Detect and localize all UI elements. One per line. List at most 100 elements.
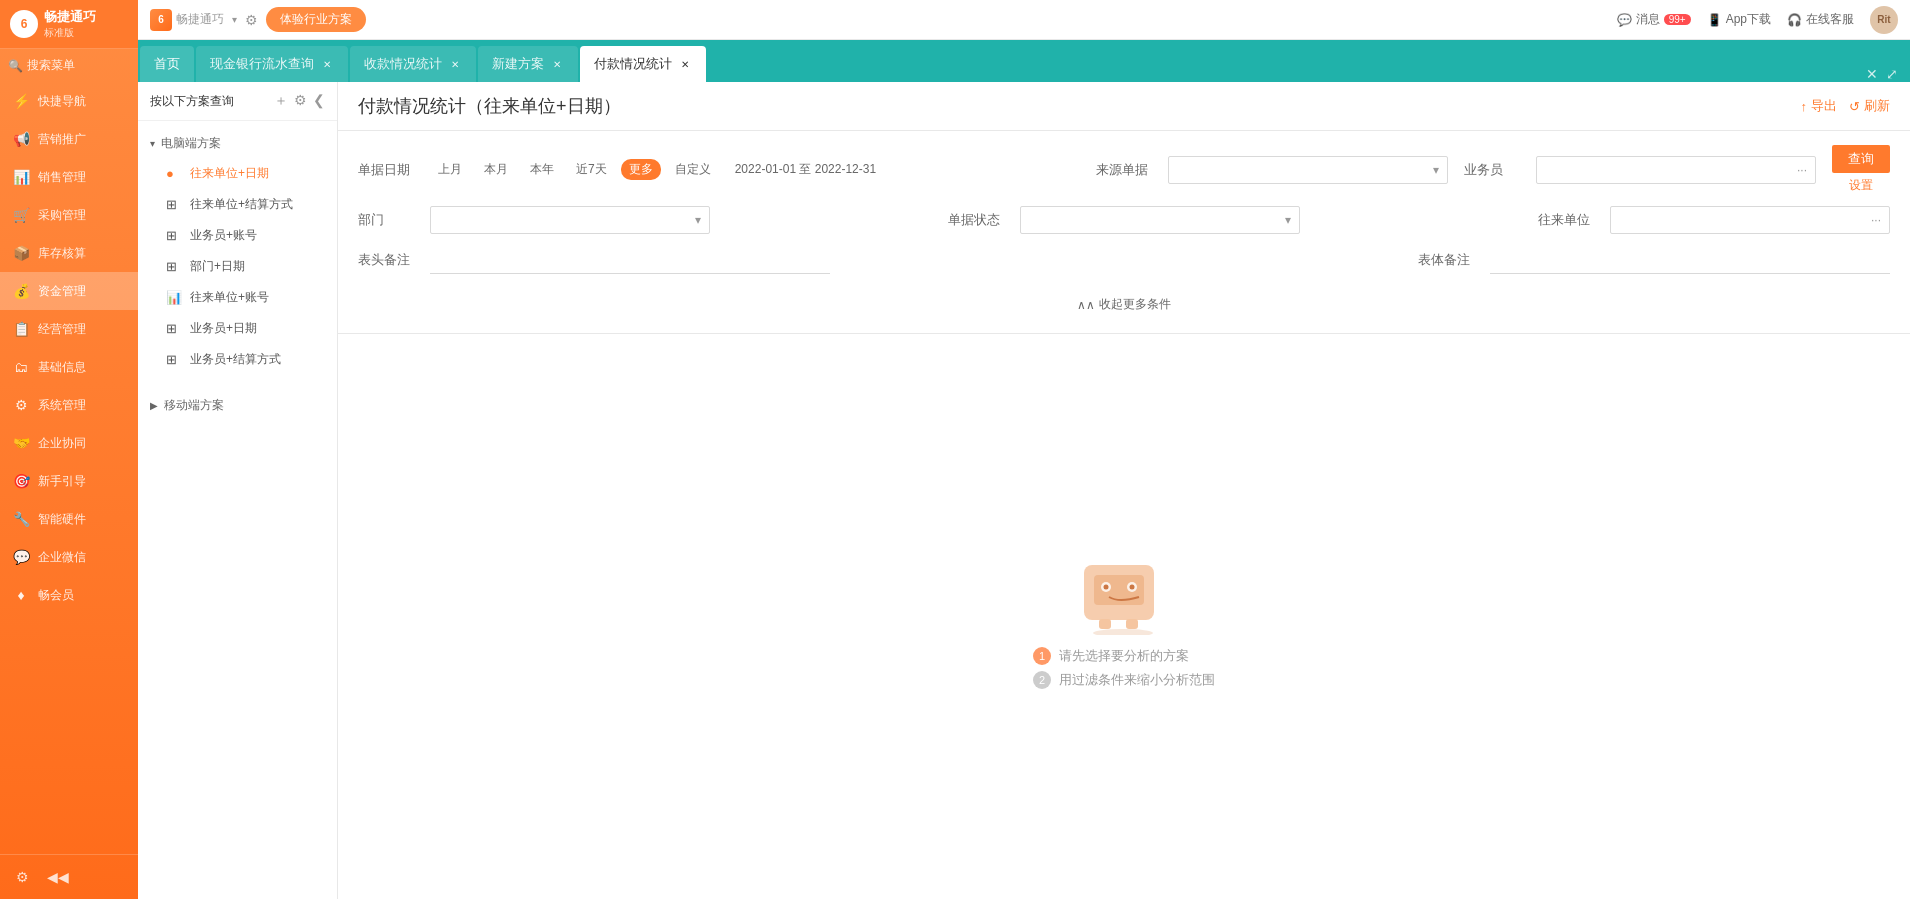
search-icon: 🔍 <box>8 59 23 73</box>
staff-select[interactable]: ··· <box>1536 156 1816 184</box>
date-option-more[interactable]: 更多 <box>621 159 661 180</box>
tab-new-plan-close-icon[interactable]: ✕ <box>550 57 564 71</box>
add-plan-icon[interactable]: ＋ <box>274 92 288 110</box>
svg-point-5 <box>1130 584 1135 589</box>
expand-tabs-icon[interactable]: ⤢ <box>1886 66 1898 82</box>
sidebar-item-enterprise[interactable]: 🤝 企业协同 <box>0 424 138 462</box>
trial-button[interactable]: 体验行业方案 <box>266 7 366 32</box>
plan-item-staff-date[interactable]: ⊞ 业务员+日期 <box>138 313 337 344</box>
sidebar-item-quick-nav[interactable]: ⚡ 快捷导航 <box>0 82 138 120</box>
sidebar-item-marketing[interactable]: 📢 营销推广 <box>0 120 138 158</box>
app-icon: 📱 <box>1707 13 1722 27</box>
plan-item-staff-settle[interactable]: ⊞ 业务员+结算方式 <box>138 344 337 375</box>
svg-point-8 <box>1093 629 1153 635</box>
plan-item-vendor-account[interactable]: 📊 往来单位+账号 <box>138 282 337 313</box>
settings-footer-button[interactable]: ⚙ <box>8 863 36 891</box>
filter-actions: 查询 设置 <box>1832 145 1890 194</box>
export-icon: ↑ <box>1801 99 1808 114</box>
dept-select[interactable]: ▾ <box>430 206 710 234</box>
query-button[interactable]: 查询 <box>1832 145 1890 173</box>
tab-payment-stats[interactable]: 付款情况统计 ✕ <box>580 46 706 82</box>
sidebar-item-basic-info[interactable]: 🗂 基础信息 <box>0 348 138 386</box>
operations-icon: 📋 <box>12 320 30 338</box>
source-select[interactable]: ▾ <box>1168 156 1448 184</box>
date-range-display: 2022-01-01 至 2022-12-31 <box>735 161 876 178</box>
basic-info-icon: 🗂 <box>12 358 30 376</box>
settings-link[interactable]: 设置 <box>1832 177 1890 194</box>
tab-bank-flow[interactable]: 现金银行流水查询 ✕ <box>196 46 348 82</box>
tab-receipt-stats[interactable]: 收款情况统计 ✕ <box>350 46 476 82</box>
doc-status-select[interactable]: ▾ <box>1020 206 1300 234</box>
settings-plan-icon[interactable]: ⚙ <box>294 92 307 110</box>
tab-bank-flow-close-icon[interactable]: ✕ <box>320 57 334 71</box>
tab-payment-stats-close-icon[interactable]: ✕ <box>678 57 692 71</box>
page-header: 付款情况统计（往来单位+日期） ↑ 导出 ↺ 刷新 <box>338 82 1910 131</box>
sidebar-item-system[interactable]: ⚙ 系统管理 <box>0 386 138 424</box>
sidebar-item-vip[interactable]: ♦ 畅会员 <box>0 576 138 614</box>
refresh-button[interactable]: ↺ 刷新 <box>1849 97 1890 115</box>
tab-new-plan-label: 新建方案 <box>492 55 544 73</box>
doc-status-label: 单据状态 <box>948 211 1004 229</box>
plan-icon: ⊞ <box>166 197 182 212</box>
desktop-section: ▾ 电脑端方案 ● 往来单位+日期 ⊞ 往来单位+结算方式 ⊞ 业务员+账号 ⊞ <box>138 121 337 383</box>
collapse-panel-icon[interactable]: ❮ <box>313 92 325 110</box>
app-download-action[interactable]: 📱 App下载 <box>1707 11 1771 28</box>
topbar-gear-icon[interactable]: ⚙ <box>245 12 258 28</box>
message-icon: 💬 <box>1617 13 1632 27</box>
message-action[interactable]: 💬 消息 99+ <box>1617 11 1691 28</box>
sidebar-item-sales[interactable]: 📊 销售管理 <box>0 158 138 196</box>
sidebar-item-guide[interactable]: 🎯 新手引导 <box>0 462 138 500</box>
plan-item-vendor-date[interactable]: ● 往来单位+日期 <box>138 158 337 189</box>
tab-home[interactable]: 首页 <box>140 46 194 82</box>
date-options: 上月 本月 本年 近7天 更多 自定义 <box>430 159 719 180</box>
table-body-remark-input[interactable] <box>1490 246 1890 274</box>
plan-item-label: 部门+日期 <box>190 258 245 275</box>
desktop-section-header[interactable]: ▾ 电脑端方案 <box>138 129 337 158</box>
sidebar-search[interactable]: 🔍 搜索菜单 <box>0 49 138 82</box>
guide-icon: 🎯 <box>12 472 30 490</box>
partner-select[interactable]: ··· <box>1610 206 1890 234</box>
sidebar-item-label: 企业微信 <box>38 549 86 566</box>
tabbar-controls: ✕ ⤢ <box>1854 66 1910 82</box>
table-head-remark-input[interactable] <box>430 246 830 274</box>
collapse-chevron-icon: ∧∧ <box>1077 298 1095 312</box>
plan-item-label: 往来单位+日期 <box>190 165 269 182</box>
sidebar-item-label: 库存核算 <box>38 245 86 262</box>
purchase-icon: 🛒 <box>12 206 30 224</box>
collapse-sidebar-button[interactable]: ◀◀ <box>44 863 72 891</box>
plan-item-dept-date[interactable]: ⊞ 部门+日期 <box>138 251 337 282</box>
sidebar-item-wechat[interactable]: 💬 企业微信 <box>0 538 138 576</box>
empty-state: 1 请先选择要分析的方案 2 用过滤条件来缩小分析范围 <box>1033 545 1215 689</box>
date-option-last-month[interactable]: 上月 <box>430 159 470 180</box>
topbar-chevron-icon[interactable]: ▾ <box>232 14 237 25</box>
sidebar-item-inventory[interactable]: 📦 库存核算 <box>0 234 138 272</box>
plan-item-label: 业务员+账号 <box>190 227 257 244</box>
sidebar-item-operations[interactable]: 📋 经营管理 <box>0 310 138 348</box>
left-panel-header: 按以下方案查询 ＋ ⚙ ❮ <box>138 82 337 121</box>
date-option-this-month[interactable]: 本月 <box>476 159 516 180</box>
sidebar-footer: ⚙ ◀◀ <box>0 854 138 899</box>
sidebar-item-label: 采购管理 <box>38 207 86 224</box>
user-avatar[interactable]: Rit <box>1870 6 1898 34</box>
mobile-section-label: 移动端方案 <box>164 397 224 414</box>
section-arrow-icon: ▾ <box>150 138 155 149</box>
tab-new-plan[interactable]: 新建方案 ✕ <box>478 46 578 82</box>
date-option-last7[interactable]: 近7天 <box>568 159 615 180</box>
sidebar-item-capital[interactable]: 💰 资金管理 <box>0 272 138 310</box>
mobile-section-header[interactable]: ▶ 移动端方案 <box>138 391 337 420</box>
collapse-filter-button[interactable]: ∧∧ 收起更多条件 <box>1077 290 1171 319</box>
sidebar-item-purchase[interactable]: 🛒 采购管理 <box>0 196 138 234</box>
mobile-arrow-icon: ▶ <box>150 400 158 411</box>
service-action[interactable]: 🎧 在线客服 <box>1787 11 1854 28</box>
export-button[interactable]: ↑ 导出 <box>1801 97 1838 115</box>
plan-item-vendor-settle[interactable]: ⊞ 往来单位+结算方式 <box>138 189 337 220</box>
close-all-tabs-icon[interactable]: ✕ <box>1866 66 1878 82</box>
date-option-custom[interactable]: 自定义 <box>667 159 719 180</box>
sidebar-item-hardware[interactable]: 🔧 智能硬件 <box>0 500 138 538</box>
filter-row-2: 部门 ▾ 单据状态 ▾ 往来单位 ··· <box>358 206 1890 234</box>
plan-item-label: 往来单位+账号 <box>190 289 269 306</box>
date-option-this-year[interactable]: 本年 <box>522 159 562 180</box>
plan-item-staff-account[interactable]: ⊞ 业务员+账号 <box>138 220 337 251</box>
empty-svg <box>1064 545 1184 635</box>
tab-receipt-stats-close-icon[interactable]: ✕ <box>448 57 462 71</box>
